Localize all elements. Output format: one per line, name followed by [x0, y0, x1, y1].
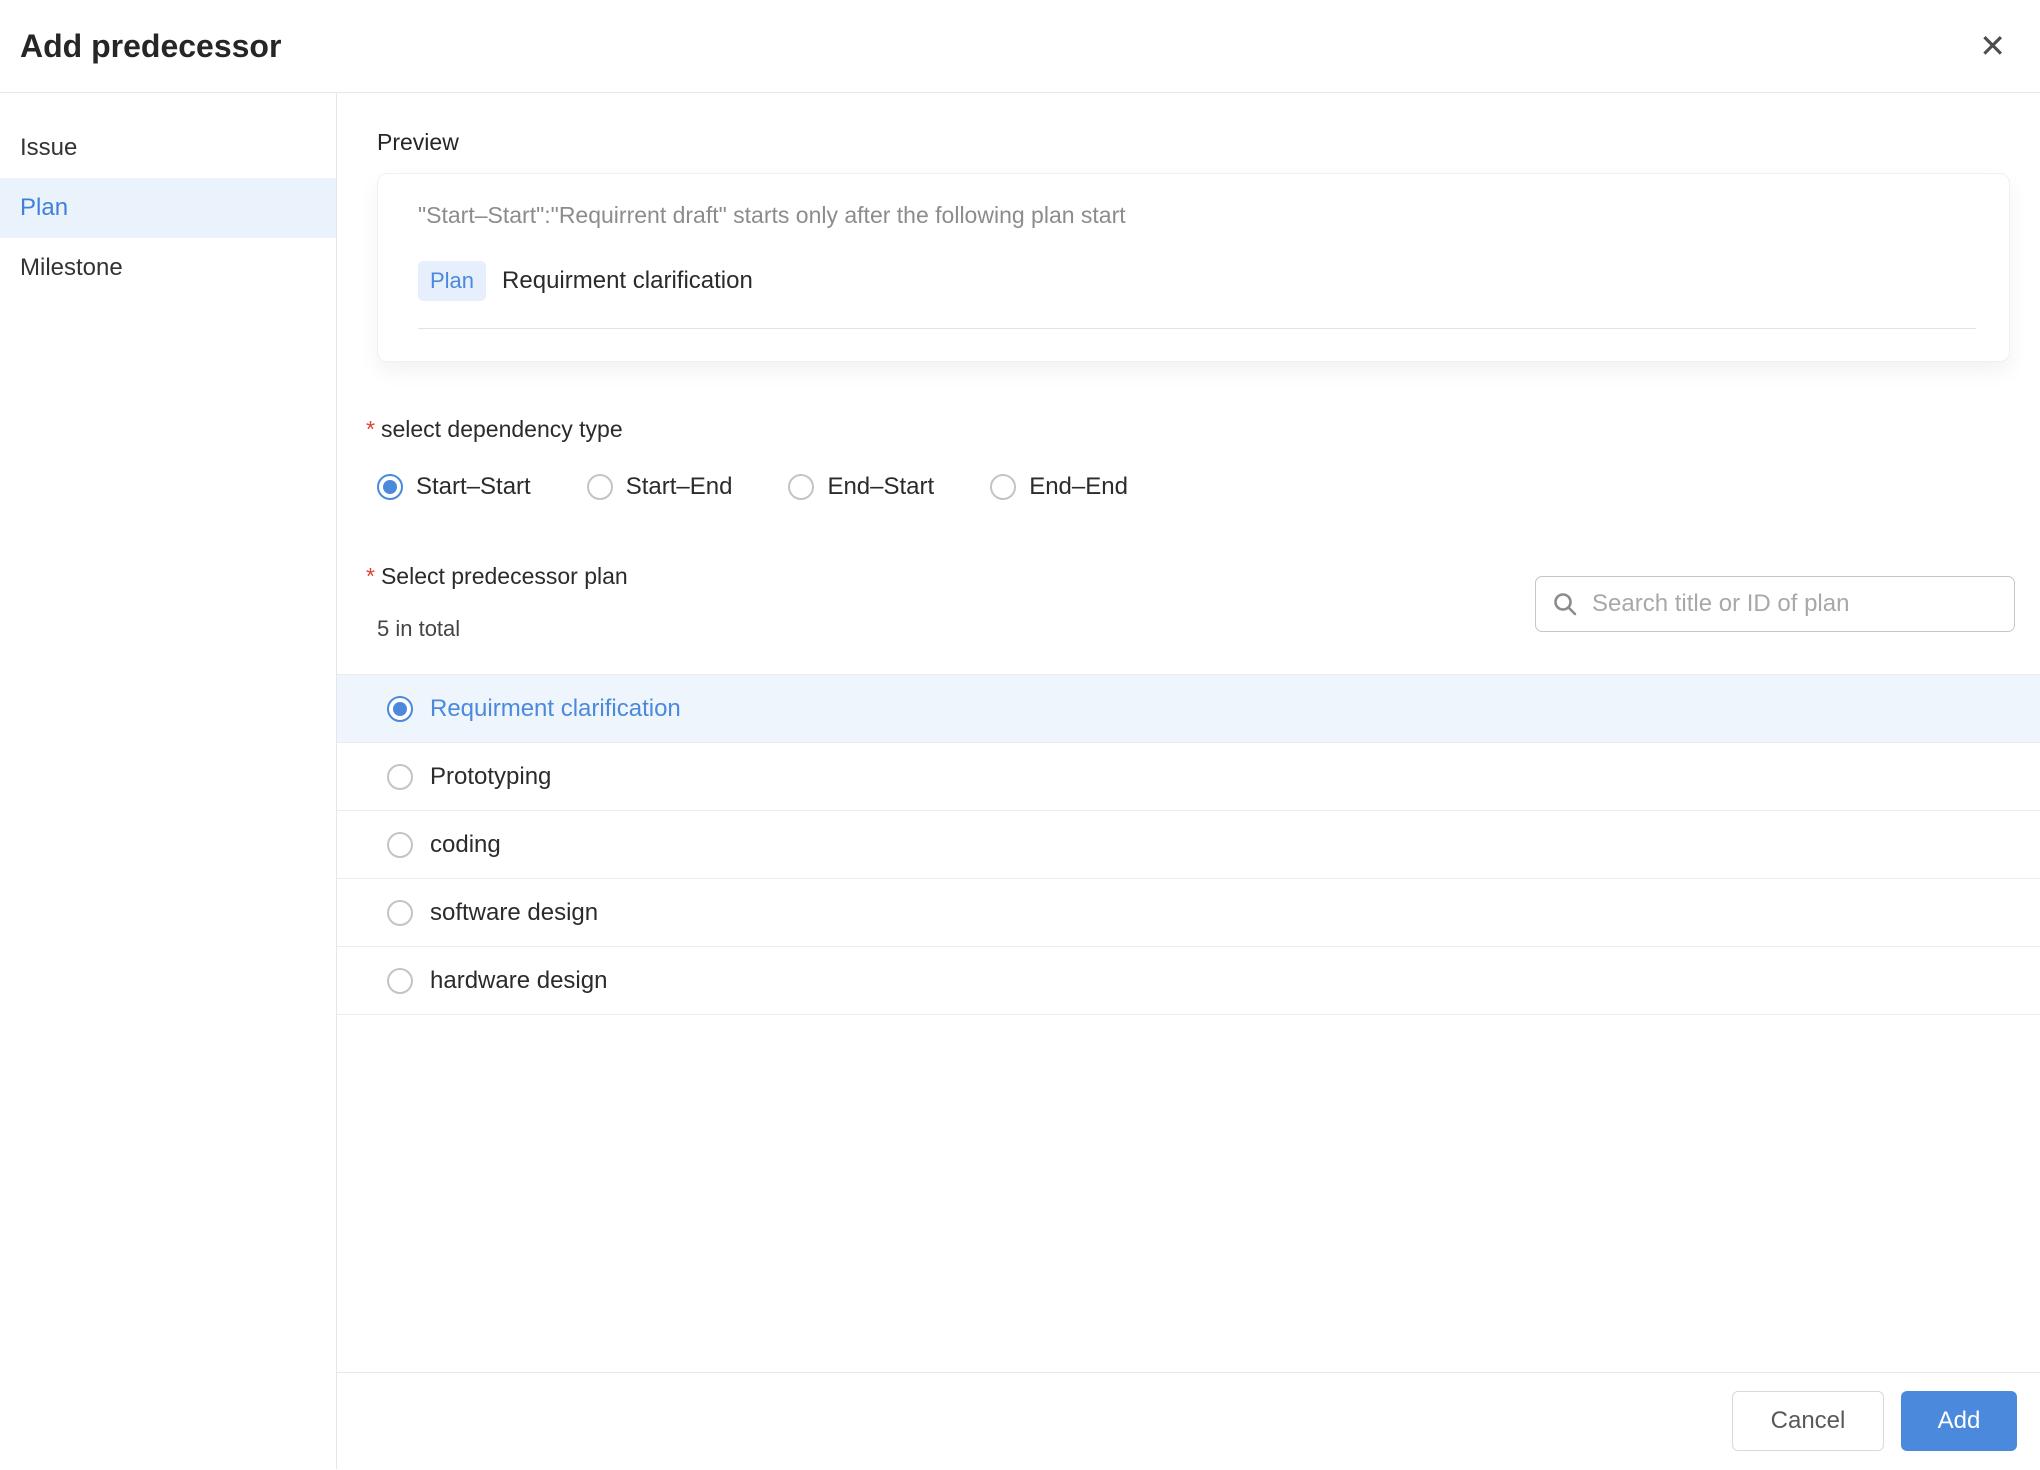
plan-row-software-design[interactable]: software design	[337, 879, 2040, 947]
search-icon	[1554, 593, 1577, 616]
plan-row-label: software design	[430, 898, 599, 926]
preview-card: "Start–Start":"Requirrent draft" starts …	[377, 173, 2010, 362]
plan-row-prototyping[interactable]: Prototyping	[337, 743, 2040, 811]
radio-start-end[interactable]: Start–End	[586, 473, 733, 501]
radio-icon-selected[interactable]	[387, 695, 413, 722]
radio-label: End–End	[1029, 473, 1128, 500]
dependency-type-label: * select dependency type	[366, 416, 2040, 443]
required-asterisk: *	[366, 563, 375, 589]
radio-end-end[interactable]: End–End	[990, 473, 1128, 501]
dialog-header: Add predecessor ✕	[0, 0, 2040, 93]
sidebar: Issue Plan Milestone	[0, 93, 337, 1469]
total-count: 5 in total	[377, 616, 461, 641]
radio-icon[interactable]	[586, 474, 613, 500]
sidebar-item-plan[interactable]: Plan	[0, 178, 336, 238]
preview-label: Preview	[377, 129, 459, 155]
radio-icon-selected[interactable]	[377, 474, 403, 500]
preview-description: "Start–Start":"Requirrent draft" starts …	[418, 202, 1126, 228]
sidebar-item-milestone[interactable]: Milestone	[0, 238, 336, 298]
predecessor-header-left: * Select predecessor plan 5 in total	[366, 563, 628, 642]
plan-search-box[interactable]	[1535, 576, 2015, 632]
radio-start-start[interactable]: Start–Start	[377, 473, 531, 501]
dependency-type-options: Start–Start Start–End End–Start End–End	[377, 473, 2040, 501]
predecessor-plan-label: * Select predecessor plan	[366, 563, 628, 590]
plan-row-hardware-design[interactable]: hardware design	[337, 947, 2040, 1015]
cancel-button[interactable]: Cancel	[1732, 1391, 1884, 1451]
plan-row-label: Requirment clarification	[430, 694, 681, 722]
radio-label: Start–Start	[416, 473, 531, 500]
predecessor-plan-list: Requirment clarification Prototyping cod…	[337, 674, 2040, 1015]
close-icon[interactable]: ✕	[1975, 26, 2010, 66]
dependency-type-label-text: select dependency type	[380, 416, 623, 442]
dialog-main: Preview "Start–Start":"Requirrent draft"…	[337, 93, 2040, 1469]
radio-icon[interactable]	[387, 831, 413, 858]
radio-end-start[interactable]: End–Start	[788, 473, 934, 501]
radio-icon[interactable]	[387, 967, 413, 994]
sidebar-item-issue[interactable]: Issue	[0, 118, 336, 178]
search-input[interactable]	[1590, 589, 1998, 619]
plan-row-label: hardware design	[430, 966, 608, 994]
radio-label: Start–End	[625, 473, 733, 500]
plan-row-label: coding	[430, 830, 501, 858]
plan-type-badge: Plan	[418, 261, 487, 301]
radio-label: End–Start	[827, 473, 935, 500]
dialog-title: Add predecessor	[20, 27, 282, 64]
predecessor-header: * Select predecessor plan 5 in total	[366, 563, 2015, 642]
plan-row-label: Prototyping	[430, 762, 552, 790]
radio-icon[interactable]	[387, 899, 413, 926]
add-button[interactable]: Add	[1901, 1391, 2017, 1451]
radio-icon[interactable]	[990, 474, 1017, 500]
radio-icon[interactable]	[788, 474, 815, 500]
dialog-footer: Cancel Add	[337, 1372, 2040, 1469]
plan-row-requirment-clarification[interactable]: Requirment clarification	[337, 675, 2040, 743]
predecessor-plan-label-text: Select predecessor plan	[380, 563, 628, 589]
required-asterisk: *	[366, 416, 375, 442]
radio-icon[interactable]	[387, 763, 413, 790]
plan-row-coding[interactable]: coding	[337, 811, 2040, 879]
preview-divider	[418, 328, 1976, 329]
preview-plan-row: Plan Requirment clarification	[418, 261, 1976, 301]
preview-plan-name: Requirment clarification	[502, 267, 753, 294]
